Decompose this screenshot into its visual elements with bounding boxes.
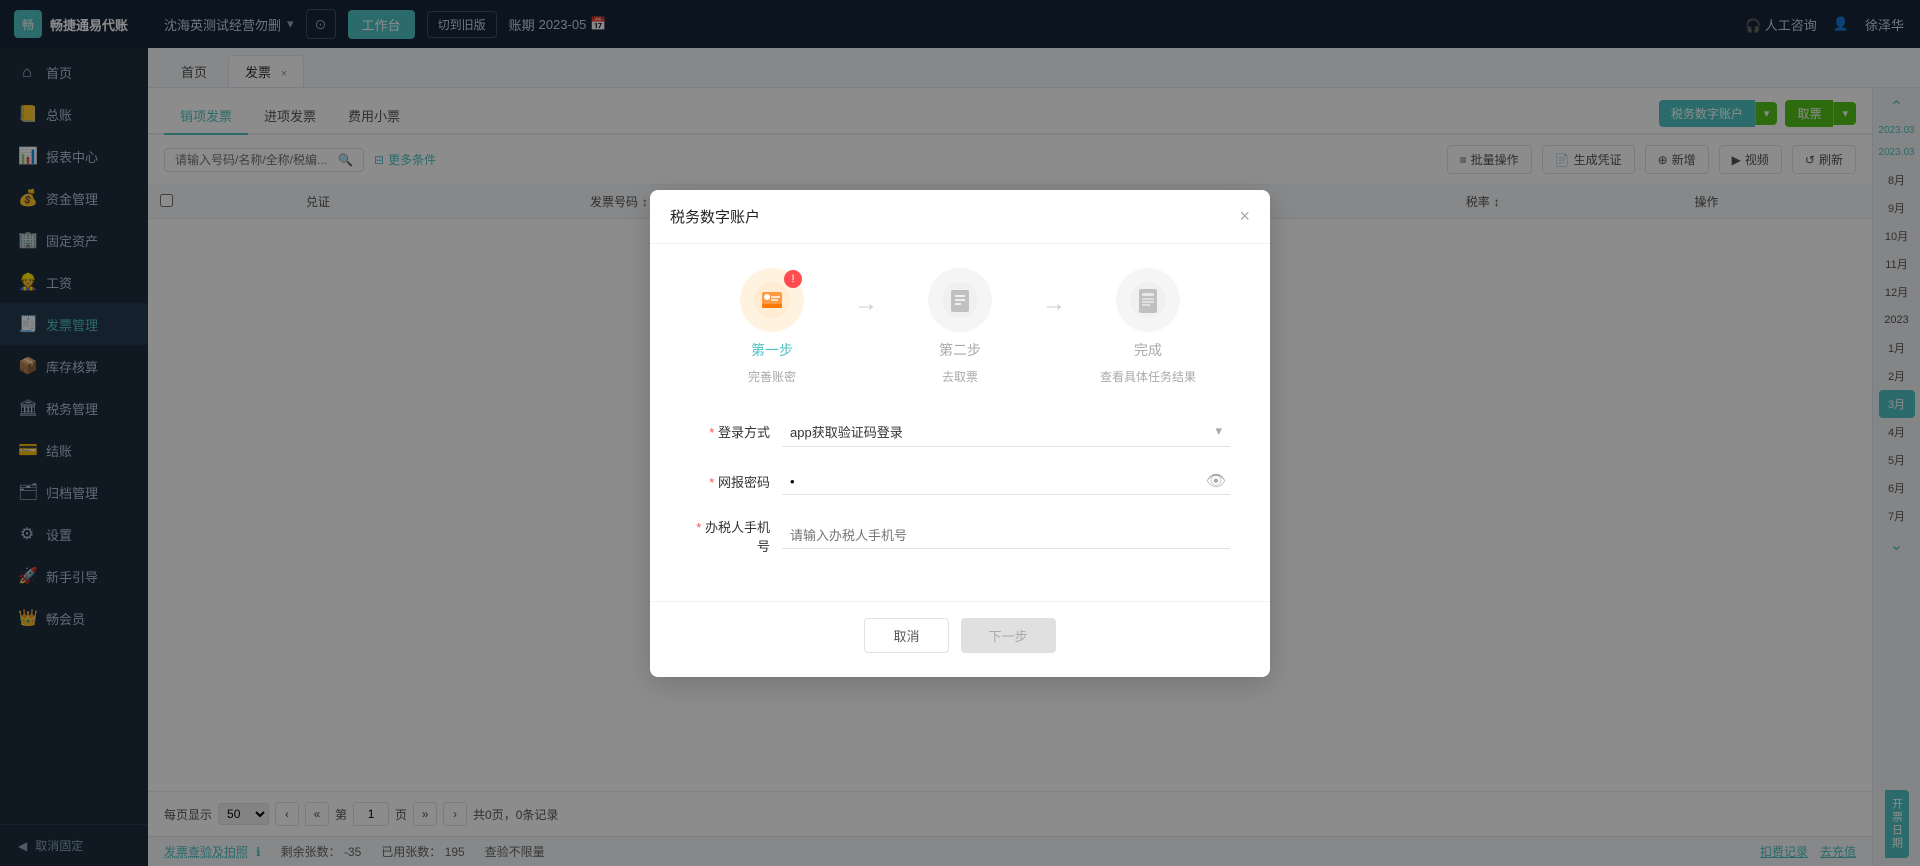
login-method-label: * 登录方式 <box>690 422 770 441</box>
login-method-value: app获取验证码登录 <box>790 422 903 441</box>
cancel-button[interactable]: 取消 <box>864 618 948 653</box>
password-row: * 网报密码 👁 <box>690 469 1230 495</box>
phone-label: * 办税人手机号 <box>690 517 770 555</box>
step-3-icon <box>1116 268 1180 332</box>
arrow-2: → <box>1042 268 1066 318</box>
step-1-icon: ! <box>740 268 804 332</box>
step-3-sublabel: 查看具体任务结果 <box>1100 368 1196 385</box>
step-2-sublabel: 去取票 <box>942 368 978 385</box>
dialog-close-btn[interactable]: × <box>1239 206 1250 227</box>
next-button[interactable]: 下一步 <box>961 618 1056 653</box>
dropdown-arrow-icon: ▾ <box>1215 423 1222 439</box>
dialog-footer: 取消 下一步 <box>650 601 1270 677</box>
password-label: * 网报密码 <box>690 472 770 491</box>
login-method-row: * 登录方式 app获取验证码登录 ▾ <box>690 417 1230 447</box>
step-2-label: 第二步 <box>939 340 981 360</box>
eye-icon[interactable]: 👁 <box>1206 471 1230 491</box>
modal-overlay[interactable]: 税务数字账户 × ! <box>0 0 1920 866</box>
arrow-1: → <box>854 268 878 318</box>
tax-digital-dialog: 税务数字账户 × ! <box>650 190 1270 677</box>
dialog-body: ! 第一步 完善账密 → <box>650 244 1270 601</box>
step-2-icon <box>928 268 992 332</box>
step-2: 第二步 去取票 <box>878 268 1042 385</box>
phone-row: * 办税人手机号 <box>690 517 1230 555</box>
dialog-title: 税务数字账户 <box>670 206 760 227</box>
step-1-badge: ! <box>784 270 802 288</box>
password-field: 👁 <box>782 469 1230 495</box>
phone-input[interactable] <box>782 523 1230 549</box>
step-1-sublabel: 完善账密 <box>748 368 796 385</box>
steps: ! 第一步 完善账密 → <box>690 268 1230 385</box>
step-3: 完成 查看具体任务结果 <box>1066 268 1230 385</box>
step-3-label: 完成 <box>1134 340 1162 360</box>
login-method-select[interactable]: app获取验证码登录 ▾ <box>782 417 1230 447</box>
dialog-header: 税务数字账户 × <box>650 190 1270 244</box>
step-1: ! 第一步 完善账密 <box>690 268 854 385</box>
step-1-label: 第一步 <box>751 340 793 360</box>
password-input[interactable] <box>782 469 1206 494</box>
